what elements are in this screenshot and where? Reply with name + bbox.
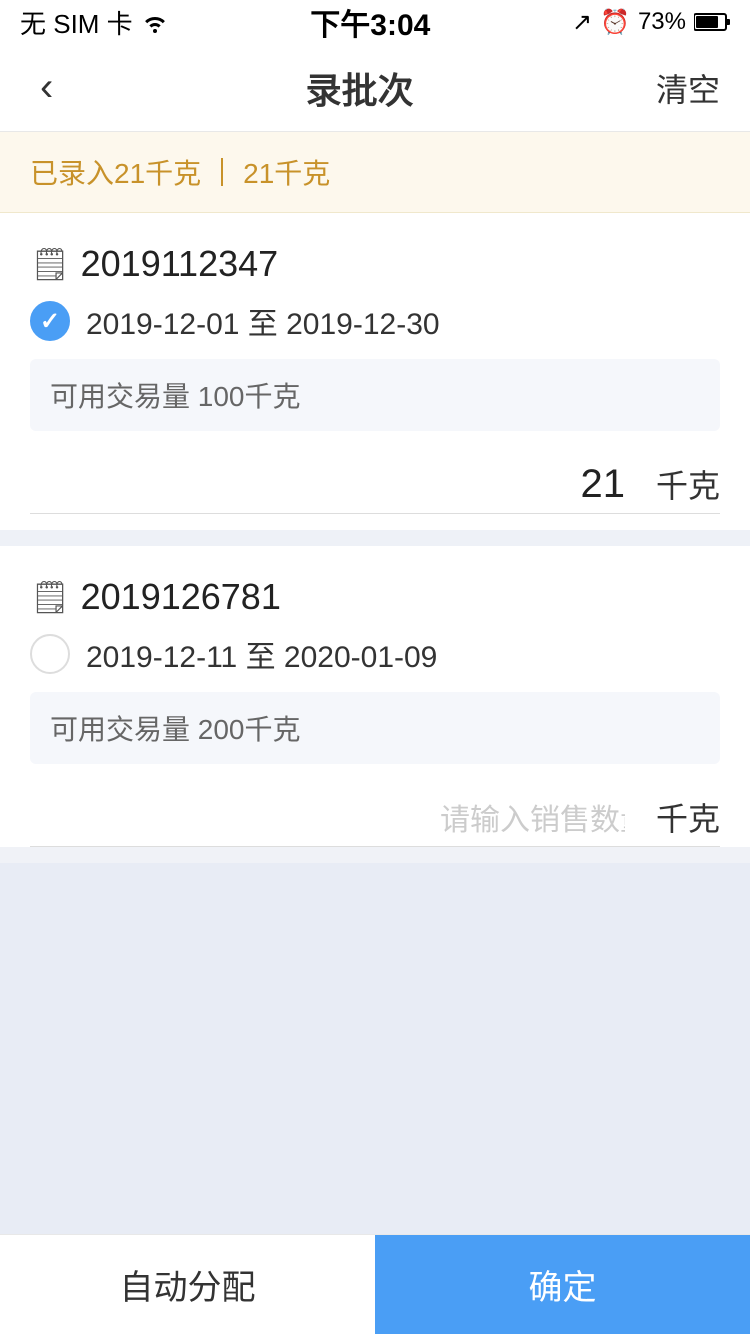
batch-item-1: 🗒 2019112347 2019-12-01 至 2019-12-30 可用交…: [0, 213, 750, 514]
batch-date-1: 2019-12-01 至 2019-12-30: [86, 299, 440, 343]
quantity-row-1: 千克: [30, 451, 720, 507]
nav-bar: ‹ 录批次 清空: [0, 44, 750, 132]
unit-1: 千克: [656, 461, 720, 507]
summary-bar: 已录入21千克 21千克: [0, 132, 750, 213]
batch-date-row-2: 2019-12-11 至 2020-01-09: [30, 632, 720, 676]
quantity-input-1[interactable]: [440, 462, 640, 507]
batch-header-2: 🗒 2019126781: [30, 576, 720, 618]
back-button[interactable]: ‹: [30, 55, 63, 120]
batch-header-1: 🗒 2019112347: [30, 243, 720, 285]
clear-button[interactable]: 清空: [656, 65, 720, 111]
batch-date-2: 2019-12-11 至 2020-01-09: [86, 632, 437, 676]
batch-date-row-1: 2019-12-01 至 2019-12-30: [30, 299, 720, 343]
location-icon: ↗: [572, 8, 592, 37]
batch-number-2: 2019126781: [81, 576, 281, 618]
status-bar: 无 SIM 卡 下午3:04 ↗ ⏰ 73%: [0, 0, 750, 44]
batch-item-2: 🗒 2019126781 2019-12-11 至 2020-01-09 可用交…: [0, 546, 750, 847]
status-time: 下午3:04: [310, 0, 430, 44]
batch-divider: [0, 530, 750, 546]
auto-distribute-button[interactable]: 自动分配: [0, 1235, 375, 1334]
no-sim-text: 无 SIM 卡: [20, 4, 133, 41]
bottom-bar: 自动分配 确定: [0, 1234, 750, 1334]
quantity-underline-2: [30, 846, 720, 847]
wifi-icon: [141, 11, 169, 33]
recorded-label: 已录入21千克: [30, 152, 201, 192]
radio-2[interactable]: [30, 634, 70, 674]
confirm-button[interactable]: 确定: [375, 1235, 750, 1334]
quantity-input-2[interactable]: [440, 795, 640, 840]
batch-avail-2: 可用交易量 200千克: [30, 692, 720, 764]
battery-text: 73%: [638, 8, 686, 36]
content-area: 🗒 2019112347 2019-12-01 至 2019-12-30 可用交…: [0, 213, 750, 847]
unit-2: 千克: [656, 794, 720, 840]
batch-doc-icon-2: 🗒: [30, 578, 71, 616]
nav-title: 录批次: [306, 62, 414, 114]
bottom-spacer: [0, 863, 750, 1263]
battery-icon: [694, 12, 730, 32]
status-left: 无 SIM 卡: [20, 4, 169, 41]
batch-avail-1: 可用交易量 100千克: [30, 359, 720, 431]
alarm-icon: ⏰: [600, 8, 630, 37]
batch-number-1: 2019112347: [81, 243, 279, 285]
radio-1[interactable]: [30, 301, 70, 341]
total-label: 21千克: [243, 152, 330, 192]
quantity-row-2: 千克: [30, 784, 720, 840]
quantity-underline-1: [30, 513, 720, 514]
status-right: ↗ ⏰ 73%: [572, 8, 730, 37]
batch-doc-icon-1: 🗒: [30, 245, 71, 283]
summary-divider: [221, 158, 223, 186]
